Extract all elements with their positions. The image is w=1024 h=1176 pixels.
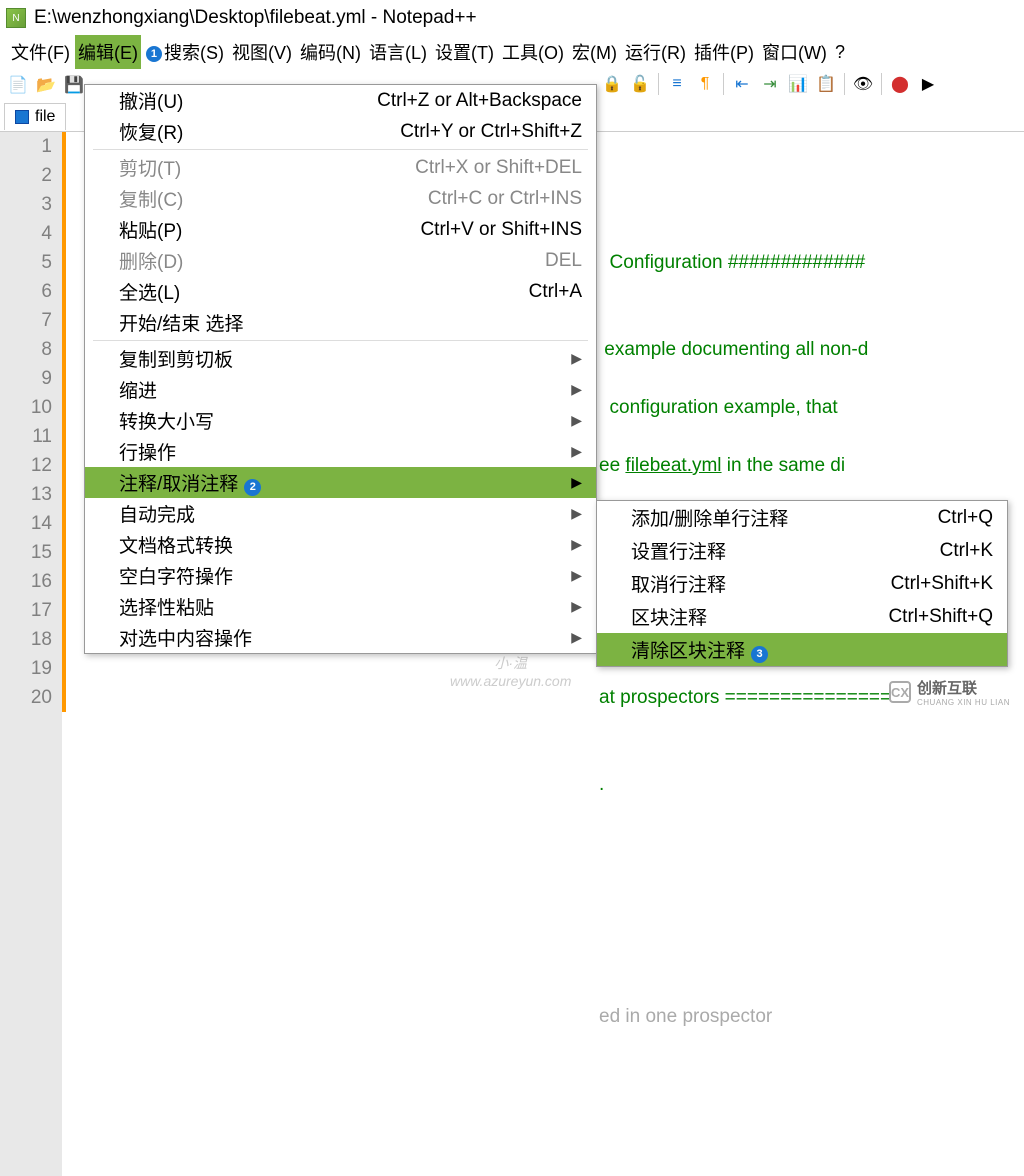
menu-encoding[interactable]: 编码(N) [297, 35, 364, 69]
submenu-block[interactable]: 区块注释Ctrl+Shift+Q [597, 600, 1007, 633]
code-line: configuration example, that [599, 393, 1024, 422]
submenu-cancel-line[interactable]: 取消行注释Ctrl+Shift+K [597, 567, 1007, 600]
menu-docformat[interactable]: 文档格式转换▶ [85, 529, 596, 560]
save-icon[interactable]: 💾 [62, 73, 86, 97]
menu-help[interactable]: ? [832, 38, 848, 67]
title-bar: N E:\wenzhongxiang\Desktop\filebeat.yml … [0, 0, 1024, 36]
open-file-icon[interactable]: 📂 [34, 73, 58, 97]
toolbar-icon-a[interactable]: 🔒 [600, 72, 624, 96]
menu-settings[interactable]: 设置(T) [432, 35, 497, 69]
code-line: Configuration ############# [599, 248, 1024, 277]
code-line: ee ee filebeat.yml in the same difilebea… [599, 451, 1024, 480]
menu-comment[interactable]: 注释/取消注释2▶ [85, 467, 596, 498]
badge-3-icon: 3 [751, 646, 768, 663]
change-marker [62, 132, 66, 712]
chevron-right-icon: ▶ [571, 598, 582, 615]
toolbar-sep3 [844, 73, 845, 95]
submenu-clear-block[interactable]: 清除区块注释3 [597, 633, 1007, 666]
chevron-right-icon: ▶ [571, 629, 582, 646]
toolbar-icon-b[interactable]: 🔓 [628, 72, 652, 96]
toolbar-record-icon[interactable]: ⬤ [888, 72, 912, 96]
toolbar-sep [658, 73, 659, 95]
code-line: example documenting all non-d [599, 335, 1024, 364]
menu-selectionops[interactable]: 对选中内容操作▶ [85, 622, 596, 653]
menu-run[interactable]: 运行(R) [622, 35, 689, 69]
menu-edit[interactable]: 编辑(E) [75, 35, 141, 69]
badge-1-icon: 1 [146, 46, 162, 62]
chevron-right-icon: ▶ [571, 536, 582, 553]
menu-autocomplete[interactable]: 自动完成▶ [85, 498, 596, 529]
menu-delete[interactable]: 删除(D)DEL [85, 245, 596, 276]
menu-sep [93, 340, 588, 341]
menu-window[interactable]: 窗口(W) [759, 35, 830, 69]
toolbar-outdent-icon[interactable]: ⇥ [758, 72, 782, 96]
toolbar-pilcrow-icon[interactable]: ¶ [693, 72, 717, 96]
chevron-right-icon: ▶ [571, 350, 582, 367]
menu-sep [93, 149, 588, 150]
toolbar-sep4 [881, 73, 882, 95]
menu-cut[interactable]: 剪切(T)Ctrl+X or Shift+DEL [85, 152, 596, 183]
menu-tools[interactable]: 工具(O) [499, 35, 567, 69]
submenu-toggle-line[interactable]: 添加/删除单行注释Ctrl+Q [597, 501, 1007, 534]
menu-case[interactable]: 转换大小写▶ [85, 405, 596, 436]
edit-dropdown: 撤消(U)Ctrl+Z or Alt+Backspace 恢复(R)Ctrl+Y… [84, 84, 597, 654]
chevron-right-icon: ▶ [571, 505, 582, 522]
menu-file[interactable]: 文件(F) [8, 35, 73, 69]
submenu-set-line[interactable]: 设置行注释Ctrl+K [597, 534, 1007, 567]
toolbar-indent-icon[interactable]: ≡ [665, 72, 689, 96]
menu-redo[interactable]: 恢复(R)Ctrl+Y or Ctrl+Shift+Z [85, 116, 596, 147]
menu-bar: 文件(F) 编辑(E) 1搜索(S) 视图(V) 编码(N) 语言(L) 设置(… [0, 36, 1024, 68]
menu-pastespecial[interactable]: 选择性粘贴▶ [85, 591, 596, 622]
app-icon: N [6, 8, 26, 28]
code-line: ed in one prospector [599, 1002, 1024, 1031]
tab-save-icon [15, 110, 29, 124]
menu-macro[interactable]: 宏(M) [569, 35, 620, 69]
watermark-faint: 小·温 www.azureyun.com [450, 653, 571, 689]
menu-language[interactable]: 语言(L) [366, 35, 430, 69]
menu-view[interactable]: 视图(V) [229, 35, 295, 69]
new-file-icon[interactable]: 📄 [6, 73, 30, 97]
file-tab[interactable]: file [4, 103, 66, 130]
window-title: E:\wenzhongxiang\Desktop\filebeat.yml - … [34, 7, 477, 29]
menu-plugins[interactable]: 插件(P) [691, 35, 757, 69]
menu-beginend[interactable]: 开始/结束 选择 [85, 307, 596, 338]
menu-search[interactable]: 1搜索(S) [143, 35, 227, 69]
chevron-right-icon: ▶ [571, 474, 582, 491]
menu-copy[interactable]: 复制(C)Ctrl+C or Ctrl+INS [85, 183, 596, 214]
comment-submenu: 添加/删除单行注释Ctrl+Q 设置行注释Ctrl+K 取消行注释Ctrl+Sh… [596, 500, 1008, 667]
watermark: CX 创新互联 CHUANG XIN HU LIAN [889, 677, 1010, 707]
menu-paste[interactable]: 粘贴(P)Ctrl+V or Shift+INS [85, 214, 596, 245]
toolbar-chart-icon[interactable]: 📊 [786, 72, 810, 96]
menu-undo[interactable]: 撤消(U)Ctrl+Z or Alt+Backspace [85, 85, 596, 116]
toolbar-doc-icon[interactable]: 📋 [814, 72, 838, 96]
menu-whitespace[interactable]: 空白字符操作▶ [85, 560, 596, 591]
menu-copytoclip[interactable]: 复制到剪切板▶ [85, 343, 596, 374]
toolbar-eye-icon[interactable]: 👁 [851, 72, 875, 96]
tab-label: file [35, 108, 55, 126]
menu-selectall[interactable]: 全选(L)Ctrl+A [85, 276, 596, 307]
toolbar-indent2-icon[interactable]: ⇤ [730, 72, 754, 96]
menu-lineops[interactable]: 行操作▶ [85, 436, 596, 467]
toolbar-sep2 [723, 73, 724, 95]
watermark-icon: CX [889, 681, 911, 703]
chevron-right-icon: ▶ [571, 381, 582, 398]
line-gutter: 1234567891011121314151617181920 [0, 132, 62, 1176]
chevron-right-icon: ▶ [571, 443, 582, 460]
badge-2-icon: 2 [244, 479, 261, 496]
code-line: . [599, 770, 1024, 799]
chevron-right-icon: ▶ [571, 567, 582, 584]
menu-indent[interactable]: 缩进▶ [85, 374, 596, 405]
toolbar-play-icon[interactable]: ▶ [916, 72, 940, 96]
chevron-right-icon: ▶ [571, 412, 582, 429]
